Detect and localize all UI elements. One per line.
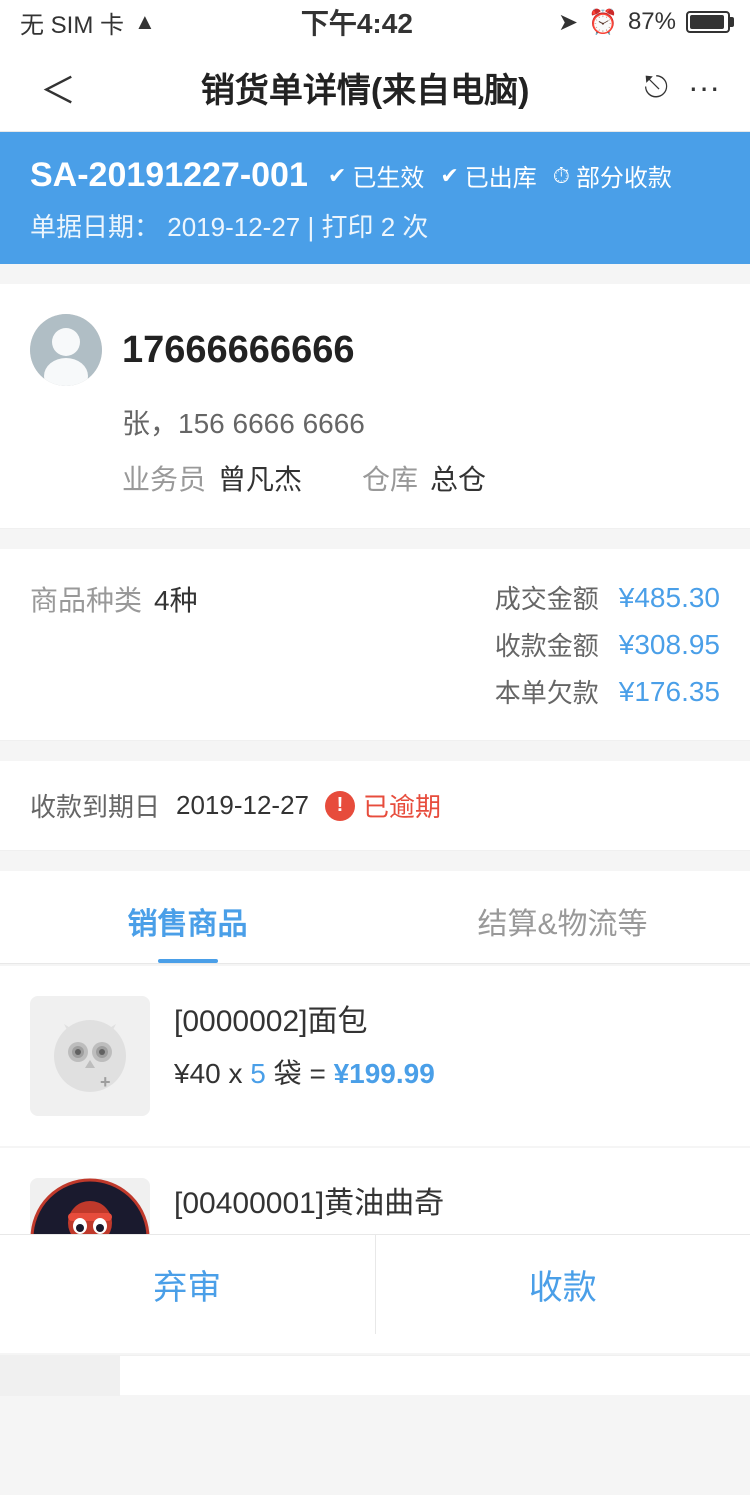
customer-contact: 张，156 6666 6666 bbox=[30, 402, 720, 442]
status-right: ➤ ⏰ 87% bbox=[558, 8, 730, 37]
due-date-label: 收款到期日 bbox=[30, 787, 160, 824]
status-partial-label: 部分收款 bbox=[576, 158, 672, 193]
wifi-icon: ▲ bbox=[134, 9, 156, 35]
overdue-badge: ! 已逾期 bbox=[325, 787, 441, 824]
product-info-bread: [0000002]面包 ¥40 x 5 袋 = ¥199.99 bbox=[174, 996, 720, 1092]
bottom-bar: 弃审 收款 bbox=[0, 1234, 750, 1334]
price-qty-1: 5 bbox=[250, 1058, 266, 1089]
check-icon-2: ✔ bbox=[440, 163, 458, 189]
tab-products-label: 销售商品 bbox=[128, 908, 248, 941]
overdue-text: 已逾期 bbox=[363, 787, 441, 824]
summary-row: 商品种类 4种 成交金额 ¥485.30 收款金额 ¥308.95 本单欠款 ¥… bbox=[30, 579, 720, 710]
status-shipped: ✔ 已出库 bbox=[440, 158, 536, 193]
product-types-label: 商品种类 bbox=[30, 579, 142, 619]
location-icon: ➤ bbox=[558, 8, 578, 37]
warehouse-value: 总仓 bbox=[430, 458, 486, 498]
summary-right: 成交金额 ¥485.30 收款金额 ¥308.95 本单欠款 ¥176.35 bbox=[495, 579, 720, 710]
banner-row1: SA-20191227-001 ✔ 已生效 ✔ 已出库 ⏱ 部分收款 bbox=[30, 156, 720, 195]
nav-actions: ⎋ ··· bbox=[644, 69, 720, 106]
alarm-icon: ⏰ bbox=[588, 8, 618, 37]
product-image-bread: + bbox=[30, 996, 150, 1116]
product-list: + [0000002]面包 ¥40 x 5 袋 = ¥199.99 bbox=[0, 966, 750, 1495]
trading-amount-value: ¥485.30 bbox=[619, 582, 720, 614]
product-item-partial bbox=[0, 1355, 750, 1395]
salesperson-item: 业务员 曾凡杰 bbox=[122, 458, 302, 498]
salesperson-label: 业务员 bbox=[122, 458, 206, 498]
battery-icon bbox=[686, 11, 730, 33]
product-types: 商品种类 4种 bbox=[30, 579, 198, 619]
price-base-1: ¥40 bbox=[174, 1058, 221, 1089]
more-icon[interactable]: ··· bbox=[688, 69, 720, 106]
nav-bar: ＜ 销货单详情(来自电脑) ⎋ ··· bbox=[0, 44, 750, 132]
clock-icon: ⏱ bbox=[553, 163, 570, 189]
status-partial: ⏱ 部分收款 bbox=[553, 158, 672, 193]
customer-phone: 17666666666 bbox=[122, 329, 354, 372]
check-icon-1: ✔ bbox=[328, 163, 346, 189]
tab-settlement[interactable]: 结算&物流等 bbox=[375, 871, 750, 963]
overdue-exclamation-icon: ! bbox=[325, 791, 355, 821]
print-sep: | bbox=[307, 212, 321, 242]
cancel-label: 弃审 bbox=[153, 1260, 221, 1309]
price-mult-1: x bbox=[229, 1058, 251, 1089]
product-name-2: [00400001]黄油曲奇 bbox=[174, 1178, 720, 1222]
status-effective-label: 已生效 bbox=[352, 158, 424, 193]
status-shipped-label: 已出库 bbox=[465, 158, 537, 193]
tabs-bar: 销售商品 结算&物流等 bbox=[0, 871, 750, 964]
battery-fill bbox=[690, 15, 724, 29]
product-price-1: ¥40 x 5 袋 = ¥199.99 bbox=[174, 1052, 720, 1092]
price-eq-1: = bbox=[309, 1058, 333, 1089]
customer-section: 17666666666 张，156 6666 6666 业务员 曾凡杰 仓库 总… bbox=[0, 284, 750, 529]
print-count-val: 2 bbox=[381, 212, 395, 242]
share-icon[interactable]: ⎋ bbox=[644, 71, 668, 105]
status-time: 下午4:42 bbox=[301, 2, 413, 42]
received-amount-row: 收款金额 ¥308.95 bbox=[495, 626, 720, 663]
page-title: 销货单详情(来自电脑) bbox=[201, 63, 530, 112]
product-name-1: [0000002]面包 bbox=[174, 996, 720, 1040]
svg-text:+: + bbox=[100, 1072, 111, 1092]
battery-percent: 87% bbox=[628, 8, 676, 36]
customer-top: 17666666666 bbox=[30, 314, 720, 386]
banner-date-row: 单据日期： 2019-12-27 | 打印 2 次 bbox=[30, 207, 720, 244]
trading-amount-row: 成交金额 ¥485.30 bbox=[495, 579, 720, 616]
confirm-label: 收款 bbox=[529, 1260, 597, 1309]
customer-meta: 业务员 曾凡杰 仓库 总仓 bbox=[30, 458, 720, 498]
salesperson-value: 曾凡杰 bbox=[218, 458, 302, 498]
tab-settlement-label: 结算&物流等 bbox=[477, 908, 647, 941]
date-label: 单据日期： bbox=[30, 212, 160, 242]
summary-section: 商品种类 4种 成交金额 ¥485.30 收款金额 ¥308.95 本单欠款 ¥… bbox=[0, 549, 750, 741]
carrier-label: 无 SIM 卡 bbox=[20, 5, 124, 40]
status-bar: 无 SIM 卡 ▲ 下午4:42 ➤ ⏰ 87% bbox=[0, 0, 750, 44]
price-total-1: ¥199.99 bbox=[334, 1058, 435, 1089]
product-count: 4种 bbox=[154, 579, 198, 619]
trading-amount-label: 成交金额 bbox=[495, 579, 599, 616]
warehouse-item: 仓库 总仓 bbox=[362, 458, 486, 498]
product-item: + [0000002]面包 ¥40 x 5 袋 = ¥199.99 bbox=[0, 966, 750, 1146]
due-date-value: 2019-12-27 bbox=[176, 790, 309, 821]
summary-left: 商品种类 4种 bbox=[30, 579, 198, 619]
order-date: 2019-12-27 bbox=[167, 212, 300, 242]
tab-products[interactable]: 销售商品 bbox=[0, 871, 375, 963]
due-date-section: 收款到期日 2019-12-27 ! 已逾期 bbox=[0, 761, 750, 851]
back-button[interactable]: ＜ bbox=[30, 52, 86, 124]
due-amount-value: ¥176.35 bbox=[619, 676, 720, 708]
price-unit-1: 袋 bbox=[274, 1058, 302, 1089]
order-id: SA-20191227-001 bbox=[30, 156, 308, 195]
due-amount-row: 本单欠款 ¥176.35 bbox=[495, 673, 720, 710]
received-amount-value: ¥308.95 bbox=[619, 629, 720, 661]
cancel-button[interactable]: 弃审 bbox=[0, 1235, 376, 1334]
avatar bbox=[30, 314, 102, 386]
status-left: 无 SIM 卡 ▲ bbox=[20, 5, 156, 40]
confirm-button[interactable]: 收款 bbox=[376, 1235, 750, 1334]
print-label: 打印 bbox=[321, 212, 373, 242]
warehouse-label: 仓库 bbox=[362, 458, 418, 498]
status-effective: ✔ 已生效 bbox=[328, 158, 424, 193]
status-tags: ✔ 已生效 ✔ 已出库 ⏱ 部分收款 bbox=[328, 158, 672, 193]
received-amount-label: 收款金额 bbox=[495, 626, 599, 663]
due-amount-label: 本单欠款 bbox=[495, 673, 599, 710]
header-banner: SA-20191227-001 ✔ 已生效 ✔ 已出库 ⏱ 部分收款 单据日期：… bbox=[0, 132, 750, 264]
